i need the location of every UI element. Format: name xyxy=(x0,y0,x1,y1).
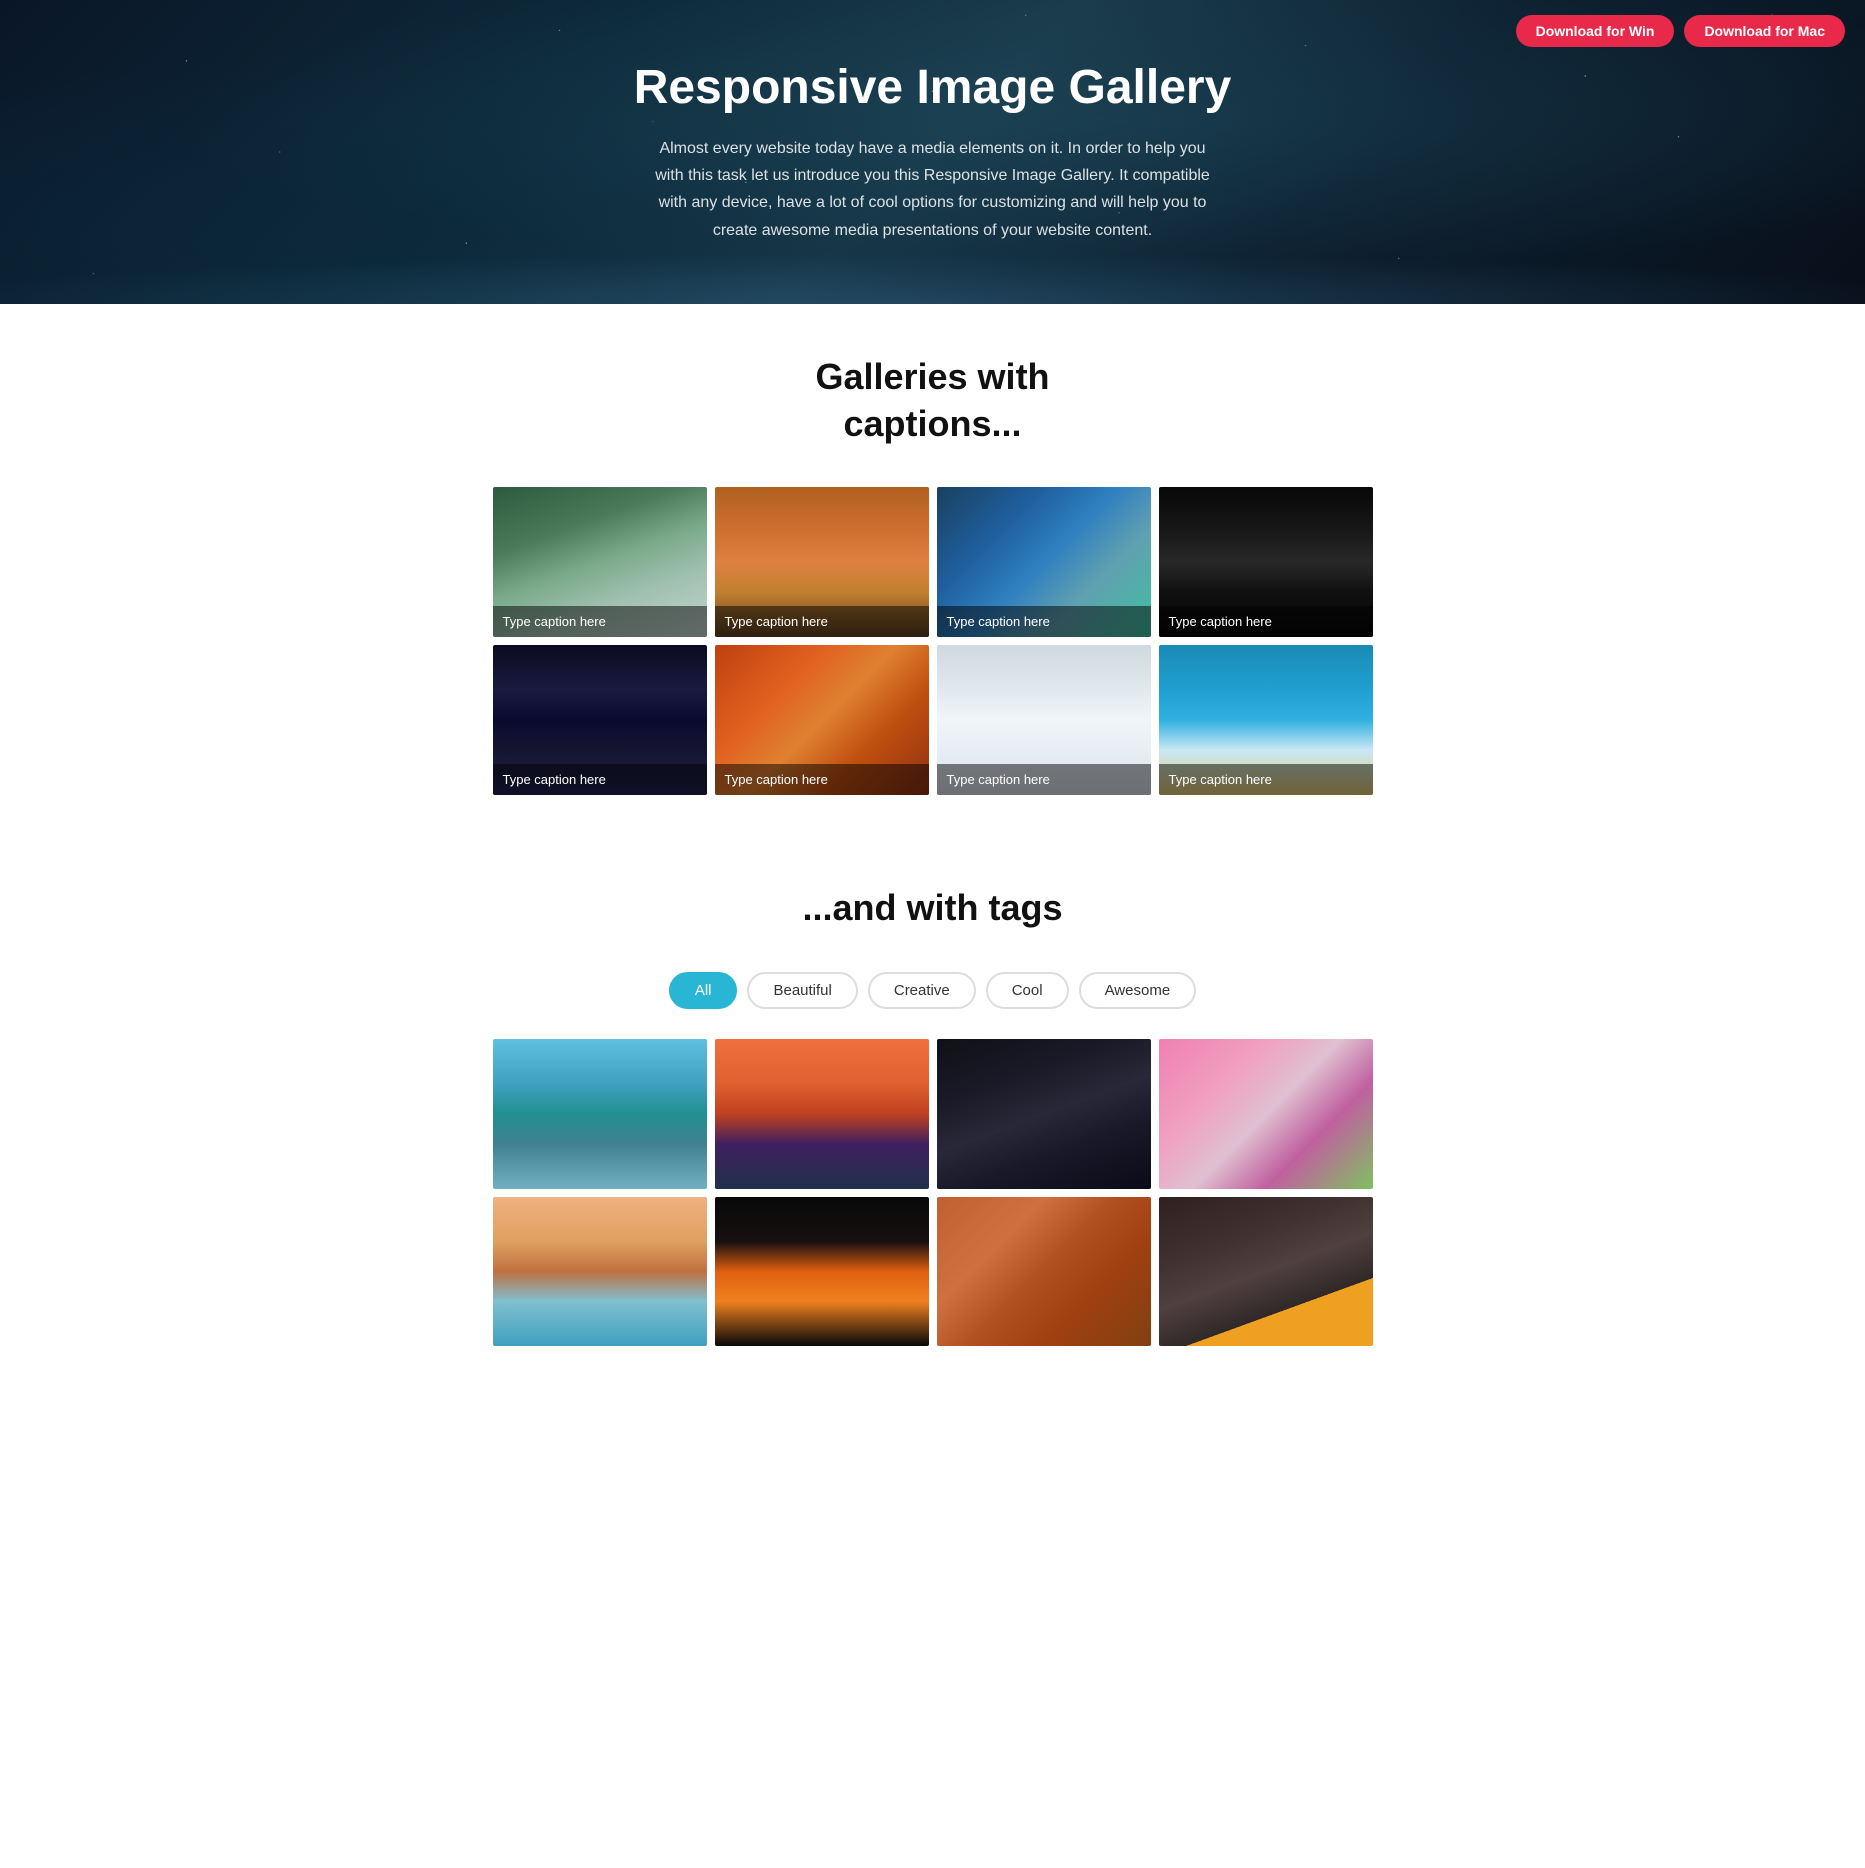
tags-gallery-grid xyxy=(493,1039,1373,1347)
gallery-item-5[interactable]: Type caption here xyxy=(493,645,707,795)
gallery-caption-2: Type caption here xyxy=(715,606,929,637)
tag-gallery-image-5 xyxy=(493,1197,707,1347)
gallery-item-1[interactable]: Type caption here xyxy=(493,487,707,637)
tag-gallery-image-4 xyxy=(1159,1039,1373,1189)
tag-gallery-item-4[interactable] xyxy=(1159,1039,1373,1189)
gallery-caption-6: Type caption here xyxy=(715,764,929,795)
tags-section-title: ...and with tags xyxy=(493,885,1373,932)
gallery-caption-8: Type caption here xyxy=(1159,764,1373,795)
tag-gallery-image-2 xyxy=(715,1039,929,1189)
gallery-item-2[interactable]: Type caption here xyxy=(715,487,929,637)
gallery-item-7[interactable]: Type caption here xyxy=(937,645,1151,795)
tag-cool-button[interactable]: Cool xyxy=(986,972,1069,1009)
hero-header: Download for Win Download for Mac Respon… xyxy=(0,0,1865,304)
tag-gallery-item-7[interactable] xyxy=(937,1197,1151,1347)
gallery-item-8[interactable]: Type caption here xyxy=(1159,645,1373,795)
tag-gallery-image-3 xyxy=(937,1039,1151,1189)
captions-gallery-grid: Type caption here Type caption here Type… xyxy=(493,487,1373,795)
tag-gallery-image-8 xyxy=(1159,1197,1373,1347)
tag-gallery-item-3[interactable] xyxy=(937,1039,1151,1189)
tag-gallery-item-2[interactable] xyxy=(715,1039,929,1189)
tag-gallery-item-6[interactable] xyxy=(715,1197,929,1347)
download-buttons: Download for Win Download for Mac xyxy=(1516,15,1845,47)
tag-gallery-item-1[interactable] xyxy=(493,1039,707,1189)
gallery-caption-7: Type caption here xyxy=(937,764,1151,795)
gallery-caption-5: Type caption here xyxy=(493,764,707,795)
tag-gallery-image-1 xyxy=(493,1039,707,1189)
captions-section: Galleries withcaptions... Type caption h… xyxy=(473,304,1393,835)
download-win-button[interactable]: Download for Win xyxy=(1516,15,1675,47)
gallery-item-6[interactable]: Type caption here xyxy=(715,645,929,795)
tag-awesome-button[interactable]: Awesome xyxy=(1079,972,1197,1009)
gallery-caption-1: Type caption here xyxy=(493,606,707,637)
tags-bar: All Beautiful Creative Cool Awesome xyxy=(493,972,1373,1009)
tag-gallery-item-8[interactable] xyxy=(1159,1197,1373,1347)
header-title: Responsive Image Gallery xyxy=(634,60,1232,115)
gallery-caption-3: Type caption here xyxy=(937,606,1151,637)
gallery-item-4[interactable]: Type caption here xyxy=(1159,487,1373,637)
download-mac-button[interactable]: Download for Mac xyxy=(1684,15,1845,47)
tag-gallery-image-6 xyxy=(715,1197,929,1347)
header-description: Almost every website today have a media … xyxy=(653,135,1213,244)
tag-all-button[interactable]: All xyxy=(669,972,738,1009)
captions-section-title: Galleries withcaptions... xyxy=(493,354,1373,448)
tags-section: ...and with tags All Beautiful Creative … xyxy=(473,835,1393,1386)
tag-creative-button[interactable]: Creative xyxy=(868,972,976,1009)
tag-gallery-item-5[interactable] xyxy=(493,1197,707,1347)
gallery-item-3[interactable]: Type caption here xyxy=(937,487,1151,637)
gallery-caption-4: Type caption here xyxy=(1159,606,1373,637)
tag-beautiful-button[interactable]: Beautiful xyxy=(747,972,857,1009)
tag-gallery-image-7 xyxy=(937,1197,1151,1347)
